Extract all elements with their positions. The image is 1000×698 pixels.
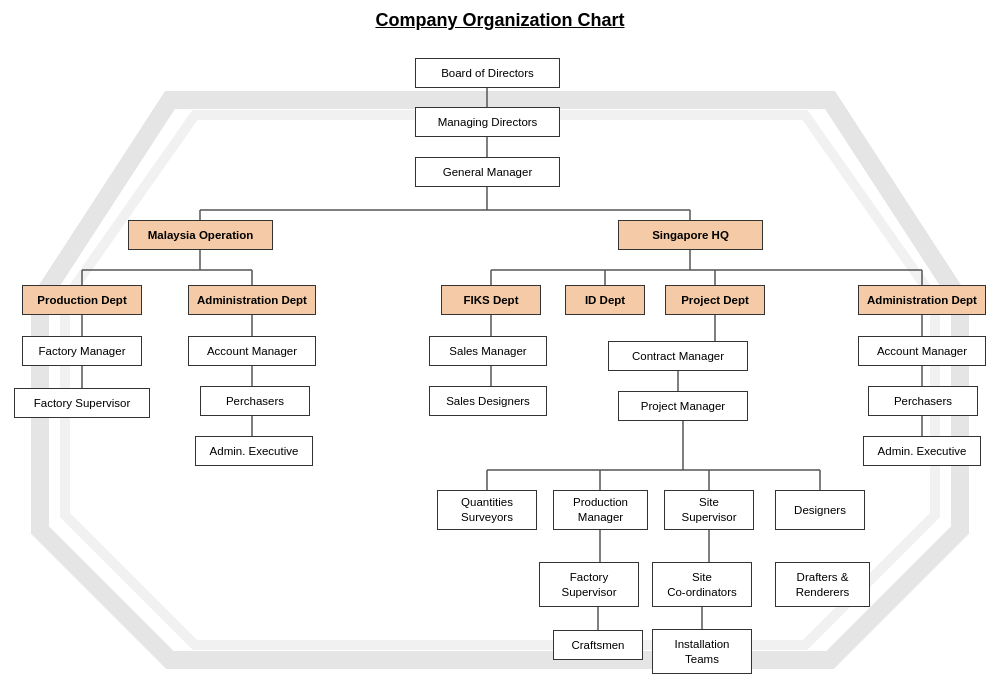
node-purchasersSG: Perchasers [868,386,978,416]
node-adminExecMY: Admin. Executive [195,436,313,466]
node-contractMgr: Contract Manager [608,341,748,371]
node-factorySupSG: Factory Supervisor [539,562,639,607]
node-purchasersMY: Perchasers [200,386,310,416]
node-draftersRenderers: Drafters & Renderers [775,562,870,607]
node-qsSurveyors: Quantities Surveyors [437,490,537,530]
node-board: Board of Directors [415,58,560,88]
node-singapore: Singapore HQ [618,220,763,250]
node-siteCoord: Site Co-ordinators [652,562,752,607]
node-fiksDept: FIKS Dept [441,285,541,315]
node-acctMgrSG: Account Manager [858,336,986,366]
node-factoryMgr: Factory Manager [22,336,142,366]
node-projDept: Project Dept [665,285,765,315]
node-idDept: ID Dept [565,285,645,315]
node-prodMgrSG: Production Manager [553,490,648,530]
node-acctMgrMY: Account Manager [188,336,316,366]
node-prodDeptMY: Production Dept [22,285,142,315]
node-siteSupervisor: Site Supervisor [664,490,754,530]
node-projMgr: Project Manager [618,391,748,421]
chart-container: Company Organization Chart [0,0,1000,698]
node-adminExecSG: Admin. Executive [863,436,981,466]
node-designers: Designers [775,490,865,530]
node-craftsmen: Craftsmen [553,630,643,660]
node-salesMgr: Sales Manager [429,336,547,366]
node-factorySupMY: Factory Supervisor [14,388,150,418]
node-general: General Manager [415,157,560,187]
node-adminDeptMY: Administration Dept [188,285,316,315]
node-managing: Managing Directors [415,107,560,137]
node-salesDesigners: Sales Designers [429,386,547,416]
node-malaysia: Malaysia Operation [128,220,273,250]
node-adminDeptSG: Administration Dept [858,285,986,315]
chart-title: Company Organization Chart [0,0,1000,31]
node-installTeams: Installation Teams [652,629,752,674]
